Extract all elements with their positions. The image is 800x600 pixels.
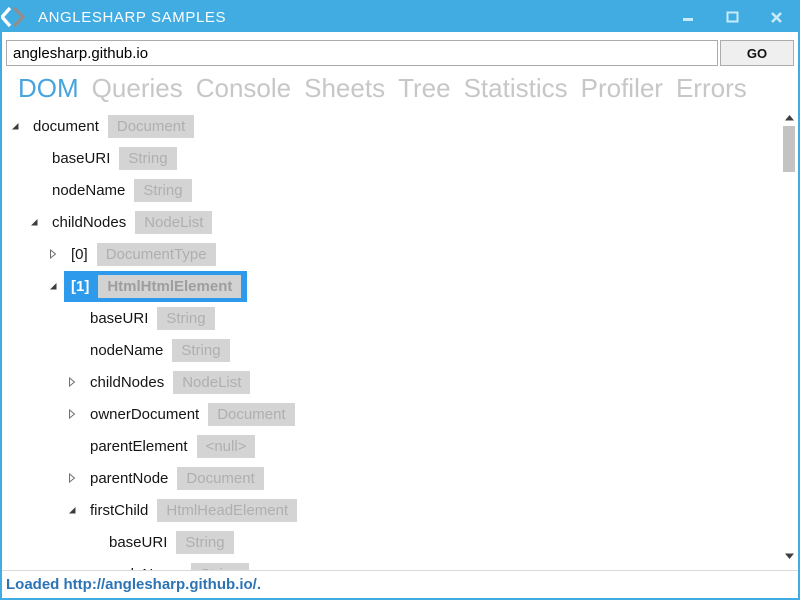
tree-node[interactable]: baseURI String xyxy=(83,303,221,334)
scrollbar-thumb[interactable] xyxy=(783,126,795,172)
tree-node-type-badge: NodeList xyxy=(135,210,213,234)
tree-node[interactable]: childNodes NodeList xyxy=(45,207,218,238)
maximize-button[interactable] xyxy=(710,2,754,32)
tree-node[interactable]: childNodes NodeList xyxy=(83,367,256,398)
tab-profiler[interactable]: Profiler xyxy=(581,73,663,104)
scrollbar-down-icon[interactable] xyxy=(781,548,798,564)
tree-node-label: firstChild xyxy=(90,501,149,519)
tree-node-type-badge: String xyxy=(134,178,192,202)
tree-node[interactable]: [0] DocumentType xyxy=(64,239,222,270)
tab-errors[interactable]: Errors xyxy=(676,73,747,104)
tree-row[interactable]: document Document xyxy=(2,110,781,142)
app-window: ANGLESHARP SAMPLES GO DOM Queries Console S… xyxy=(0,0,800,600)
address-bar: GO xyxy=(6,40,794,66)
tree-node-type-badge: String xyxy=(157,306,215,330)
tree-node[interactable]: firstChild HtmlHeadElement xyxy=(83,495,303,526)
tree-node-label: ownerDocument xyxy=(90,405,200,423)
go-button[interactable]: GO xyxy=(720,40,794,66)
tree-node[interactable]: ownerDocument Document xyxy=(83,399,301,430)
tree-node-type-badge: String xyxy=(119,146,177,170)
tree-node-label: baseURI xyxy=(90,309,149,327)
tree-row[interactable]: nodeName String xyxy=(2,334,781,366)
tree-row[interactable]: [0] DocumentType xyxy=(2,238,781,270)
status-message: Loaded http://anglesharp.github.io/. xyxy=(6,576,261,593)
tree-node-label: nodeName xyxy=(52,181,126,199)
tree-row[interactable]: baseURI String xyxy=(2,526,781,558)
tree-node-label: [0] xyxy=(71,245,88,263)
tree-node-label: baseURI xyxy=(52,149,111,167)
tree-node-label: childNodes xyxy=(90,373,165,391)
tree-node-type-badge: Document xyxy=(177,466,264,490)
tree-node-type-badge: HtmlHtmlElement xyxy=(98,274,242,298)
anglesharp-logo-icon xyxy=(1,5,31,29)
window-controls xyxy=(666,2,798,32)
tree-node-type-badge: <null> xyxy=(196,434,256,458)
tree-node-label: nodeName xyxy=(90,341,164,359)
tree-row[interactable]: ownerDocument Document xyxy=(2,398,781,430)
tree-node-label: parentNode xyxy=(90,469,169,487)
tab-statistics[interactable]: Statistics xyxy=(464,73,568,104)
tree-node-type-badge: DocumentType xyxy=(96,242,216,266)
tree-node[interactable]: baseURI String xyxy=(45,143,183,174)
tab-sheets[interactable]: Sheets xyxy=(304,73,385,104)
tree-node[interactable]: baseURI String xyxy=(102,527,240,558)
tree-node-type-badge: Document xyxy=(208,402,295,426)
status-bar: Loaded http://anglesharp.github.io/. xyxy=(2,570,798,598)
tab-dom[interactable]: DOM xyxy=(18,73,79,104)
tree-row[interactable]: parentElement <null> xyxy=(2,430,781,462)
tab-bar: DOM Queries Console Sheets Tree Statistics Pro… xyxy=(2,71,798,108)
tree-row[interactable]: firstChild HtmlHeadElement xyxy=(2,494,781,526)
tree-node[interactable]: document Document xyxy=(26,111,200,142)
tree-node-type-badge: String xyxy=(191,562,249,570)
tree-row[interactable]: baseURI String xyxy=(2,142,781,174)
tree-node-type-badge: String xyxy=(176,530,234,554)
tree-node[interactable]: nodeName String xyxy=(45,175,198,206)
tab-console[interactable]: Console xyxy=(196,73,291,104)
tree-row[interactable]: nodeName String xyxy=(2,558,781,570)
tree-node-type-badge: NodeList xyxy=(173,370,251,394)
tree-row[interactable]: baseURI String xyxy=(2,302,781,334)
tree-row[interactable]: childNodes NodeList xyxy=(2,206,781,238)
tree-node-type-badge: HtmlHeadElement xyxy=(157,498,298,522)
tab-queries[interactable]: Queries xyxy=(92,73,183,104)
tree-row[interactable]: nodeName String xyxy=(2,174,781,206)
tree-node[interactable]: nodeName String xyxy=(83,335,236,366)
tree-row[interactable]: childNodes NodeList xyxy=(2,366,781,398)
tree-node-type-badge: String xyxy=(172,338,230,362)
address-input[interactable] xyxy=(6,40,718,66)
minimize-button[interactable] xyxy=(666,2,710,32)
close-button[interactable] xyxy=(754,2,798,32)
tree-node-type-badge: Document xyxy=(107,114,195,138)
tree-node[interactable]: parentElement <null> xyxy=(83,431,261,462)
tree-node[interactable]: nodeName String xyxy=(102,559,255,571)
tree-node[interactable]: parentNode Document xyxy=(83,463,270,494)
tree-node-label: nodeName xyxy=(109,566,182,571)
tree-node-label: baseURI xyxy=(109,533,168,551)
tree-node-label: [1] xyxy=(71,277,90,295)
tree-row[interactable]: parentNode Document xyxy=(2,462,781,494)
dom-tree-panel: document Document baseURI String nodeNam… xyxy=(2,108,798,570)
window-title: ANGLESHARP SAMPLES xyxy=(38,8,227,26)
tree-node[interactable]: [1] HtmlHtmlElement xyxy=(64,270,248,302)
tree-node-label: parentElement xyxy=(90,437,188,455)
tab-tree[interactable]: Tree xyxy=(398,73,451,104)
tree-row[interactable]: [1] HtmlHtmlElement xyxy=(2,270,781,302)
tree-node-label: document xyxy=(33,117,99,135)
dom-tree: document Document baseURI String nodeNam… xyxy=(2,110,781,570)
vertical-scrollbar[interactable] xyxy=(781,108,798,570)
scrollbar-up-icon[interactable] xyxy=(781,110,798,126)
tree-node-label: childNodes xyxy=(52,213,127,231)
title-bar[interactable]: ANGLESHARP SAMPLES xyxy=(1,2,798,32)
